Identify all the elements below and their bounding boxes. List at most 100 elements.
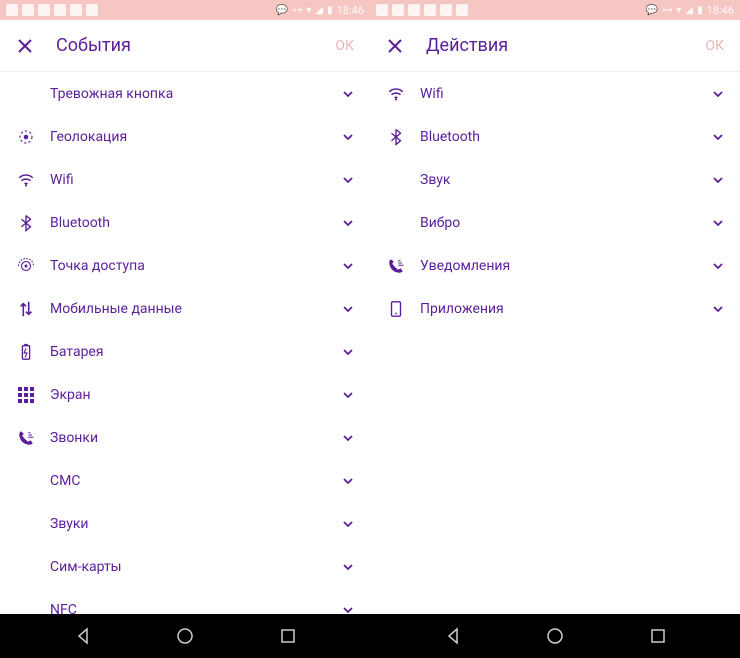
nav-back-button[interactable] (433, 616, 473, 656)
list-item[interactable]: Wifi (370, 72, 740, 115)
ok-button[interactable]: ОК (705, 38, 724, 54)
phone-icon (16, 428, 36, 448)
chevron-down-icon (712, 174, 724, 186)
chevron-down-icon (712, 260, 724, 272)
status-notification-icon (424, 4, 436, 16)
list-item[interactable]: Уведомления (370, 244, 740, 287)
header: Действия ОК (370, 20, 740, 72)
nav-back-button[interactable] (63, 616, 103, 656)
chevron-down-icon (712, 303, 724, 315)
vpn-icon: ⊶ (292, 5, 302, 16)
close-button[interactable] (16, 37, 34, 55)
status-notification-icon (70, 4, 82, 16)
ok-button[interactable]: ОК (335, 38, 354, 54)
status-notification-icon (408, 4, 420, 16)
status-notification-icon (86, 4, 98, 16)
navigation-bar (0, 614, 740, 658)
nav-recent-button[interactable] (638, 616, 678, 656)
status-notification-icon (6, 4, 18, 16)
wifi-icon: ▾ (676, 5, 681, 16)
status-notification-icon (456, 4, 468, 16)
list-item[interactable]: Батарея (0, 330, 370, 373)
wifi-icon: ▾ (306, 5, 311, 16)
phone-icon (386, 256, 406, 276)
mobiledata-icon (16, 299, 36, 319)
chevron-down-icon (712, 217, 724, 229)
device-icon (386, 299, 406, 319)
list-item[interactable]: NFC (0, 588, 370, 614)
list-item[interactable]: Тревожная кнопка (0, 72, 370, 115)
actions-screen: 💬 ⊶ ▾ ◢ ▮ 18:46 Действия ОК Wifi Bluetoot… (370, 0, 740, 614)
chevron-down-icon (342, 346, 354, 358)
signal-icon: ◢ (685, 5, 693, 16)
bluetooth-icon (16, 213, 36, 233)
list-item[interactable]: СМС (0, 459, 370, 502)
list-item[interactable]: Wifi (0, 158, 370, 201)
list-item[interactable]: Геолокация (0, 115, 370, 158)
item-label: Приложения (420, 301, 698, 317)
signal-icon: ◢ (315, 5, 323, 16)
chevron-down-icon (712, 88, 724, 100)
item-label: Вибро (420, 215, 698, 231)
bluetooth-icon (386, 127, 406, 147)
status-notification-icon (54, 4, 66, 16)
status-notification-icon (440, 4, 452, 16)
chevron-down-icon (342, 561, 354, 573)
status-notification-icon (22, 4, 34, 16)
list-item[interactable]: Вибро (370, 201, 740, 244)
nav-home-button[interactable] (165, 616, 205, 656)
item-label: Уведомления (420, 258, 698, 274)
chevron-down-icon (342, 604, 354, 615)
chat-icon: 💬 (276, 5, 288, 16)
status-bar: 💬 ⊶ ▾ ◢ ▮ 18:46 (370, 0, 740, 20)
item-label: Bluetooth (50, 215, 328, 231)
status-notification-icon (392, 4, 404, 16)
chevron-down-icon (342, 88, 354, 100)
battery-icon: ▮ (327, 5, 333, 16)
location-icon (16, 127, 36, 147)
chevron-down-icon (342, 131, 354, 143)
chevron-down-icon (342, 303, 354, 315)
chevron-down-icon (342, 475, 354, 487)
item-label: Тревожная кнопка (50, 86, 328, 102)
list-item[interactable]: Bluetooth (0, 201, 370, 244)
list-item[interactable]: Приложения (370, 287, 740, 330)
item-label: Геолокация (50, 129, 328, 145)
chevron-down-icon (342, 518, 354, 530)
clock-text: 18:46 (337, 4, 364, 17)
list-item[interactable]: Звук (370, 158, 740, 201)
wifi-icon (16, 170, 36, 190)
chevron-down-icon (342, 217, 354, 229)
page-title: Действия (426, 35, 683, 56)
nav-home-button[interactable] (535, 616, 575, 656)
events-list: Тревожная кнопка Геолокация Wifi Bluetooth Т… (0, 72, 370, 614)
list-item[interactable]: Экран (0, 373, 370, 416)
list-item[interactable]: Звонки (0, 416, 370, 459)
item-label: Wifi (420, 86, 698, 102)
item-label: Экран (50, 387, 328, 403)
grid-icon (16, 385, 36, 405)
close-button[interactable] (386, 37, 404, 55)
page-title: События (56, 35, 313, 56)
battery-icon (16, 342, 36, 362)
list-item[interactable]: Точка доступа (0, 244, 370, 287)
nav-recent-button[interactable] (268, 616, 308, 656)
status-bar: 💬 ⊶ ▾ ◢ ▮ 18:46 (0, 0, 370, 20)
item-label: Звуки (50, 516, 328, 532)
actions-list: Wifi Bluetooth Звук Вибро Уведомления Приложе… (370, 72, 740, 614)
wifi-icon (386, 84, 406, 104)
list-item[interactable]: Звуки (0, 502, 370, 545)
hotspot-icon (16, 256, 36, 276)
list-item[interactable]: Сим-карты (0, 545, 370, 588)
list-item[interactable]: Мобильные данные (0, 287, 370, 330)
chevron-down-icon (342, 260, 354, 272)
item-label: Bluetooth (420, 129, 698, 145)
chevron-down-icon (342, 389, 354, 401)
chevron-down-icon (342, 432, 354, 444)
item-label: NFC (50, 602, 328, 615)
item-label: СМС (50, 473, 328, 489)
item-label: Звонки (50, 430, 328, 446)
header: События ОК (0, 20, 370, 72)
list-item[interactable]: Bluetooth (370, 115, 740, 158)
events-screen: 💬 ⊶ ▾ ◢ ▮ 18:46 События ОК Тревожная кно… (0, 0, 370, 614)
